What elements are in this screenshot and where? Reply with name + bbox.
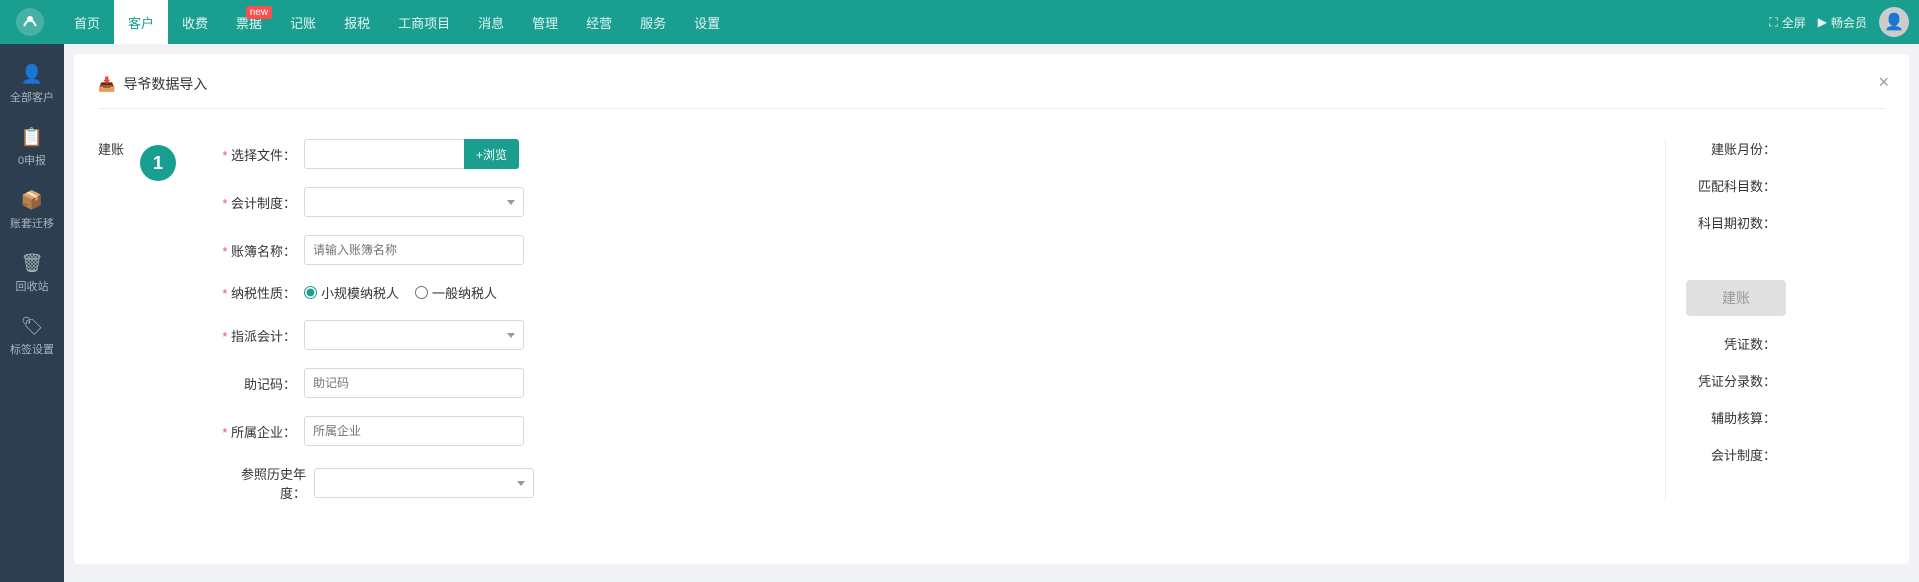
form-fields: * 选择文件： +浏览 * 会计制度： [216, 139, 1645, 502]
page-header-icon: 📥 [98, 76, 115, 93]
nav-items: 首页 客户 收费 票据 new 记账 报税 工商项目 消息 管理 经营 服务 设… [60, 0, 1769, 44]
step-label: 建账 [98, 139, 124, 158]
company-label: * 所属企业： [216, 422, 296, 441]
aux-calc-label: 辅助核算： [1686, 408, 1776, 427]
aux-calc-row: 辅助核算： [1686, 408, 1885, 427]
tax-option1-radio[interactable] [304, 286, 317, 299]
history-year-row: 参照历史年度： [216, 464, 1645, 502]
voucher-records-label: 凭证分录数： [1686, 371, 1776, 390]
sidebar-item-declaration[interactable]: 📋 0申报 [0, 117, 64, 176]
sidebar: 👤 全部客户 📋 0申报 📦 账套迁移 🗑 回收站 🏷 标签设置 [0, 44, 64, 582]
nav-item-tax[interactable]: 报税 [330, 0, 384, 44]
voucher-label: 凭证数： [1686, 334, 1776, 353]
vip-button[interactable]: ▶ 畅会员 [1818, 14, 1867, 31]
tag-icon: 🏷 [21, 316, 44, 337]
form-area: 建账 1 * 选择文件： +浏览 * 会计制度： [98, 139, 1885, 502]
migration-icon: 📦 [21, 190, 43, 211]
subject-init-label: 科目期初数： [1686, 213, 1776, 232]
tax-type-label: * 纳税性质： [216, 283, 296, 302]
fullscreen-button[interactable]: ⛶ 全屏 [1769, 14, 1805, 31]
browse-button[interactable]: +浏览 [464, 139, 519, 169]
step-badge: 1 [140, 145, 176, 181]
file-text-input[interactable] [304, 139, 464, 169]
layout: 👤 全部客户 📋 0申报 📦 账套迁移 🗑 回收站 🏷 标签设置 📥 导爷数据导… [0, 44, 1919, 582]
sidebar-item-all-customers[interactable]: 👤 全部客户 [0, 54, 64, 113]
file-input-wrap: +浏览 [304, 139, 519, 169]
nav-item-operation[interactable]: 经营 [572, 0, 626, 44]
nav-right: ⛶ 全屏 ▶ 畅会员 👤 [1769, 7, 1909, 37]
main-content: 📥 导爷数据导入 × 建账 1 * 选择文件： [64, 44, 1919, 582]
avatar-icon: 👤 [1884, 12, 1904, 32]
subject-init-row: 科目期初数： [1686, 213, 1885, 232]
close-button[interactable]: × [1878, 72, 1889, 93]
accounting-system-select[interactable] [304, 187, 524, 217]
nav-item-message[interactable]: 消息 [464, 0, 518, 44]
voucher-row: 凭证数： [1686, 334, 1885, 353]
match-subject-row: 匹配科目数： [1686, 176, 1885, 195]
ledger-name-label: * 账簿名称： [216, 241, 296, 260]
memo-row: 助记码： [216, 368, 1645, 398]
ledger-name-row: * 账簿名称： [216, 235, 1645, 265]
nav-item-service[interactable]: 服务 [626, 0, 680, 44]
avatar[interactable]: 👤 [1879, 7, 1909, 37]
system-label-row: 会计制度： [1686, 445, 1885, 464]
match-subject-label: 匹配科目数： [1686, 176, 1776, 195]
tax-option2-radio[interactable] [415, 286, 428, 299]
nav-item-home[interactable]: 首页 [60, 0, 114, 44]
page-card: 📥 导爷数据导入 × 建账 1 * 选择文件： [74, 54, 1909, 564]
page-header: 📥 导爷数据导入 [98, 74, 1885, 109]
file-row: * 选择文件： +浏览 [216, 139, 1645, 169]
accounting-system-label: * 会计制度： [216, 193, 296, 212]
history-year-label: 参照历史年度： [216, 464, 306, 502]
sidebar-item-migration[interactable]: 📦 账套迁移 [0, 180, 64, 239]
accountant-label: * 指派会计： [216, 326, 296, 345]
company-input[interactable] [304, 416, 524, 446]
sidebar-item-recycle[interactable]: 🗑 回收站 [0, 243, 64, 302]
right-panel: 建账月份： 匹配科目数： 科目期初数： 建账 凭证 [1665, 139, 1885, 502]
nav-item-manage[interactable]: 管理 [518, 0, 572, 44]
form-left: 建账 1 [98, 139, 216, 502]
build-month-row: 建账月份： [1686, 139, 1885, 158]
accountant-row: * 指派会计： [216, 320, 1645, 350]
file-label: * 选择文件： [216, 145, 296, 164]
tax-type-row: * 纳税性质： 小规模纳税人 一般纳税人 [216, 283, 1645, 302]
tax-option1-label[interactable]: 小规模纳税人 [304, 283, 399, 302]
voucher-records-row: 凭证分录数： [1686, 371, 1885, 390]
tax-radio-group: 小规模纳税人 一般纳税人 [304, 283, 497, 302]
new-badge: new [246, 6, 272, 19]
nav-item-bookkeeping[interactable]: 记账 [276, 0, 330, 44]
company-row: * 所属企业： [216, 416, 1645, 446]
tax-option2-label[interactable]: 一般纳税人 [415, 283, 497, 302]
build-month-label: 建账月份： [1686, 139, 1776, 158]
nav-item-invoice[interactable]: 票据 new [222, 0, 276, 44]
accountant-select[interactable] [304, 320, 524, 350]
build-account-button[interactable]: 建账 [1686, 280, 1786, 316]
declaration-icon: 📋 [21, 127, 43, 148]
page-title: 导爷数据导入 [123, 74, 207, 94]
user-icon: 👤 [21, 64, 43, 85]
nav-item-customer[interactable]: 客户 [114, 0, 168, 44]
fullscreen-icon: ⛶ [1769, 15, 1777, 30]
memo-input[interactable] [304, 368, 524, 398]
accounting-system-right-label: 会计制度： [1686, 445, 1776, 464]
logo [10, 2, 50, 42]
trash-icon: 🗑 [21, 253, 44, 274]
step-label-text: 建账 [98, 142, 124, 157]
nav-item-business[interactable]: 工商项目 [384, 0, 464, 44]
sidebar-item-tag[interactable]: 🏷 标签设置 [0, 306, 64, 365]
nav-item-fee[interactable]: 收费 [168, 0, 222, 44]
history-year-select[interactable] [314, 468, 534, 498]
accounting-system-row: * 会计制度： [216, 187, 1645, 217]
top-nav: 首页 客户 收费 票据 new 记账 报税 工商项目 消息 管理 经营 服务 设… [0, 0, 1919, 44]
nav-item-settings[interactable]: 设置 [680, 0, 734, 44]
ledger-name-input[interactable] [304, 235, 524, 265]
memo-label: 助记码： [216, 374, 296, 393]
vip-icon: ▶ [1818, 15, 1827, 29]
